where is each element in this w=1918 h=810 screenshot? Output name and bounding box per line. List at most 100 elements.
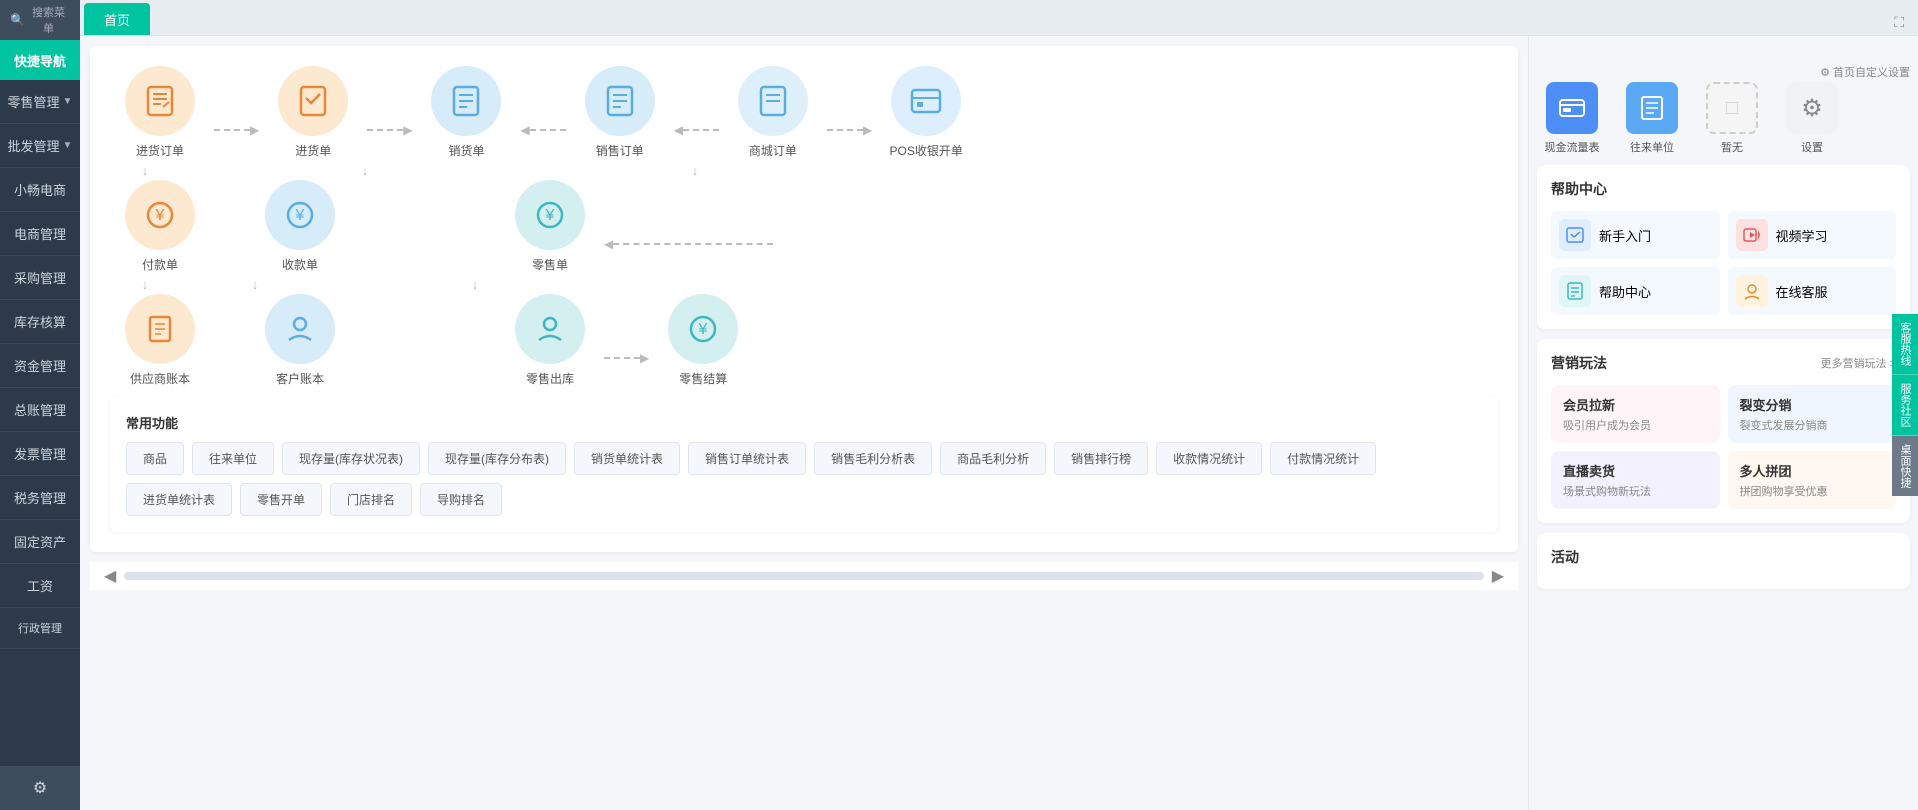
sidebar-item-inventory[interactable]: 库存核算 [0, 300, 80, 344]
quick-icon-none: □ 暂无 [1697, 82, 1767, 155]
scroll-left-btn[interactable]: ◀ [100, 566, 120, 586]
sidebar-item-ecom-small[interactable]: 小畅电商 [0, 168, 80, 212]
down-arrow-payment: ↓ [110, 277, 180, 292]
flow-card: 进货订单 ▶ 进货单 [90, 46, 1518, 552]
func-btn-inventory-status[interactable]: 现存量(库存状况表) [282, 442, 420, 475]
arrow-4: ◀ [670, 123, 723, 137]
fullscreen-icon[interactable]: ⛶ [1890, 10, 1908, 35]
flow-node-customer-ledger[interactable]: 客户账本 [250, 294, 350, 387]
sidebar-item-tax[interactable]: 税务管理 [0, 476, 80, 520]
flow-node-retail[interactable]: ¥ 零售单 [500, 180, 600, 273]
marketing-item-live[interactable]: 直播卖货 场景式购物新玩法 [1551, 451, 1720, 509]
arrow-retail-settle: ▶ [600, 351, 653, 365]
help-item-beginner[interactable]: 新手入门 [1551, 211, 1720, 259]
sidebar-item-ledger[interactable]: 总账管理 [0, 388, 80, 432]
main: 首页 ⛶ 进货订单 [80, 0, 1918, 810]
flow-node-purchase[interactable]: 进货单 [263, 66, 363, 159]
help-item-online-service[interactable]: 在线客服 [1728, 267, 1897, 315]
flow-node-mall-order[interactable]: 商城订单 [723, 66, 823, 159]
sidebar-nav-header: 快捷导航 [0, 40, 80, 80]
quick-icon-cashflow[interactable]: 现金流量表 [1537, 82, 1607, 155]
common-func-title: 常用功能 [126, 413, 1482, 432]
sidebar-item-finance[interactable]: 资金管理 [0, 344, 80, 388]
func-btn-guide-rank[interactable]: 导购排名 [420, 483, 502, 516]
sidebar: 🔍 搜索菜单 快捷导航 零售管理▼ 批发管理▼ 小畅电商 电商管理 采购管理 库… [0, 0, 80, 810]
down-arrow-receipt: ↓ [220, 277, 290, 292]
marketing-item-member[interactable]: 会员拉新 吸引用户成为会员 [1551, 385, 1720, 443]
marketing-item-group[interactable]: 多人拼团 拼团购物享受优惠 [1728, 451, 1897, 509]
func-btn-payment-stat[interactable]: 付款情况统计 [1270, 442, 1376, 475]
more-marketing-link[interactable]: 更多营销玩法 > [1821, 355, 1896, 371]
customize-link[interactable]: ⚙ 首页自定义设置 [1820, 64, 1910, 80]
float-btn-service[interactable]: 客服热线 [1892, 314, 1918, 375]
help-item-helpcenter[interactable]: 帮助中心 [1551, 267, 1720, 315]
quick-icon-partner[interactable]: 往来单位 [1617, 82, 1687, 155]
quick-icon-settings[interactable]: ⚙ 设置 [1777, 82, 1847, 155]
content-area: 进货订单 ▶ 进货单 [80, 36, 1918, 810]
func-btn-partner[interactable]: 往来单位 [192, 442, 274, 475]
sidebar-item-payroll[interactable]: 工资 [0, 564, 80, 608]
func-btn-sales-order-stat[interactable]: 销售订单统计表 [688, 442, 806, 475]
svg-text:¥: ¥ [545, 207, 555, 224]
flow-node-sales-order[interactable]: 销售订单 [570, 66, 670, 159]
func-btn-product-profit[interactable]: 商品毛利分析 [940, 442, 1046, 475]
help-center-card: 帮助中心 新手入门 视频学习 [1537, 165, 1910, 329]
gear-icon: ⚙ [33, 780, 47, 797]
bottom-scrollbar: ◀ ▶ [90, 562, 1518, 590]
func-btn-purchase-stat[interactable]: 进货单统计表 [126, 483, 232, 516]
func-btn-receipt-stat[interactable]: 收款情况统计 [1156, 442, 1262, 475]
scroll-right-btn[interactable]: ▶ [1488, 566, 1508, 586]
arrow-2: ▶ [363, 123, 416, 137]
sidebar-item-assets[interactable]: 固定资产 [0, 520, 80, 564]
flow-node-retail-settle[interactable]: ¥ 零售结算 [653, 294, 753, 387]
func-btn-inventory-dist[interactable]: 现存量(库存分布表) [428, 442, 566, 475]
help-grid: 新手入门 视频学习 帮助中心 [1551, 211, 1896, 315]
common-functions: 常用功能 商品 往来单位 现存量(库存状况表) 现存量(库存分布表) 销货单统计… [110, 397, 1498, 532]
func-btn-retail-order[interactable]: 零售开单 [240, 483, 322, 516]
sidebar-item-ecom[interactable]: 电商管理 [0, 212, 80, 256]
float-btn-desktop[interactable]: 桌面快捷 [1892, 436, 1918, 496]
activity-title: 活动 [1551, 547, 1896, 567]
sidebar-item-purchase[interactable]: 采购管理 [0, 256, 80, 300]
float-btn-community[interactable]: 服务社区 [1892, 375, 1918, 436]
sidebar-gear[interactable]: ⚙ [0, 766, 80, 810]
func-buttons-grid: 商品 往来单位 现存量(库存状况表) 现存量(库存分布表) 销货单统计表 销售订… [126, 442, 1482, 516]
sidebar-item-invoice[interactable]: 发票管理 [0, 432, 80, 476]
quick-icons-section: ⚙ 首页自定义设置 现金流量表 往来单位 [1537, 64, 1910, 155]
sidebar-item-retail[interactable]: 零售管理▼ [0, 80, 80, 124]
flow-node-supplier-ledger[interactable]: 供应商账本 [110, 294, 210, 387]
marketing-item-fission[interactable]: 裂变分销 裂变式发展分销商 [1728, 385, 1897, 443]
func-btn-sales-rank[interactable]: 销售排行榜 [1054, 442, 1148, 475]
sidebar-search[interactable]: 🔍 搜索菜单 [0, 0, 80, 40]
search-icon: 🔍 [10, 13, 25, 27]
flow-node-receipt[interactable]: ¥ 收款单 [250, 180, 350, 273]
flow-node-sales[interactable]: 销货单 [416, 66, 516, 159]
tab-home[interactable]: 首页 [84, 3, 150, 35]
svg-text:¥: ¥ [155, 207, 165, 224]
activity-section: 活动 [1537, 533, 1910, 589]
right-float-buttons: 客服热线 服务社区 桌面快捷 [1892, 314, 1918, 496]
sidebar-item-admin[interactable]: 行政管理 [0, 608, 80, 649]
flow-node-purchase-order[interactable]: 进货订单 [110, 66, 210, 159]
help-item-video[interactable]: 视频学习 [1728, 211, 1897, 259]
arrow-pos-retail: ◀ [600, 237, 777, 251]
sidebar-item-wholesale[interactable]: 批发管理▼ [0, 124, 80, 168]
flow-node-retail-out[interactable]: 零售出库 [500, 294, 600, 387]
right-panel: ⚙ 首页自定义设置 现金流量表 往来单位 [1528, 36, 1918, 810]
flow-node-pos[interactable]: POS收银开单 [876, 66, 976, 159]
down-arrow-sales: ↓ [330, 163, 400, 178]
marketing-card: 营销玩法 更多营销玩法 > 会员拉新 吸引用户成为会员 裂变分销 裂变式发展分销… [1537, 339, 1910, 523]
flow-node-payment[interactable]: ¥ 付款单 [110, 180, 210, 273]
left-panel: 进货订单 ▶ 进货单 [80, 36, 1528, 810]
scroll-track[interactable] [124, 572, 1483, 580]
svg-text:¥: ¥ [698, 321, 708, 338]
sidebar-items: 零售管理▼ 批发管理▼ 小畅电商 电商管理 采购管理 库存核算 资金管理 总账管… [0, 80, 80, 766]
marketing-grid: 会员拉新 吸引用户成为会员 裂变分销 裂变式发展分销商 直播卖货 场景式购物新玩… [1551, 385, 1896, 509]
func-btn-sales-profit[interactable]: 销售毛利分析表 [814, 442, 932, 475]
func-btn-product[interactable]: 商品 [126, 442, 184, 475]
func-btn-sales-stat[interactable]: 销货单统计表 [574, 442, 680, 475]
top-tabs: 首页 ⛶ [80, 0, 1918, 36]
arrow-3: ◀ [516, 123, 569, 137]
func-btn-store-rank[interactable]: 门店排名 [330, 483, 412, 516]
down-arrow-retail: ↓ [440, 277, 510, 292]
